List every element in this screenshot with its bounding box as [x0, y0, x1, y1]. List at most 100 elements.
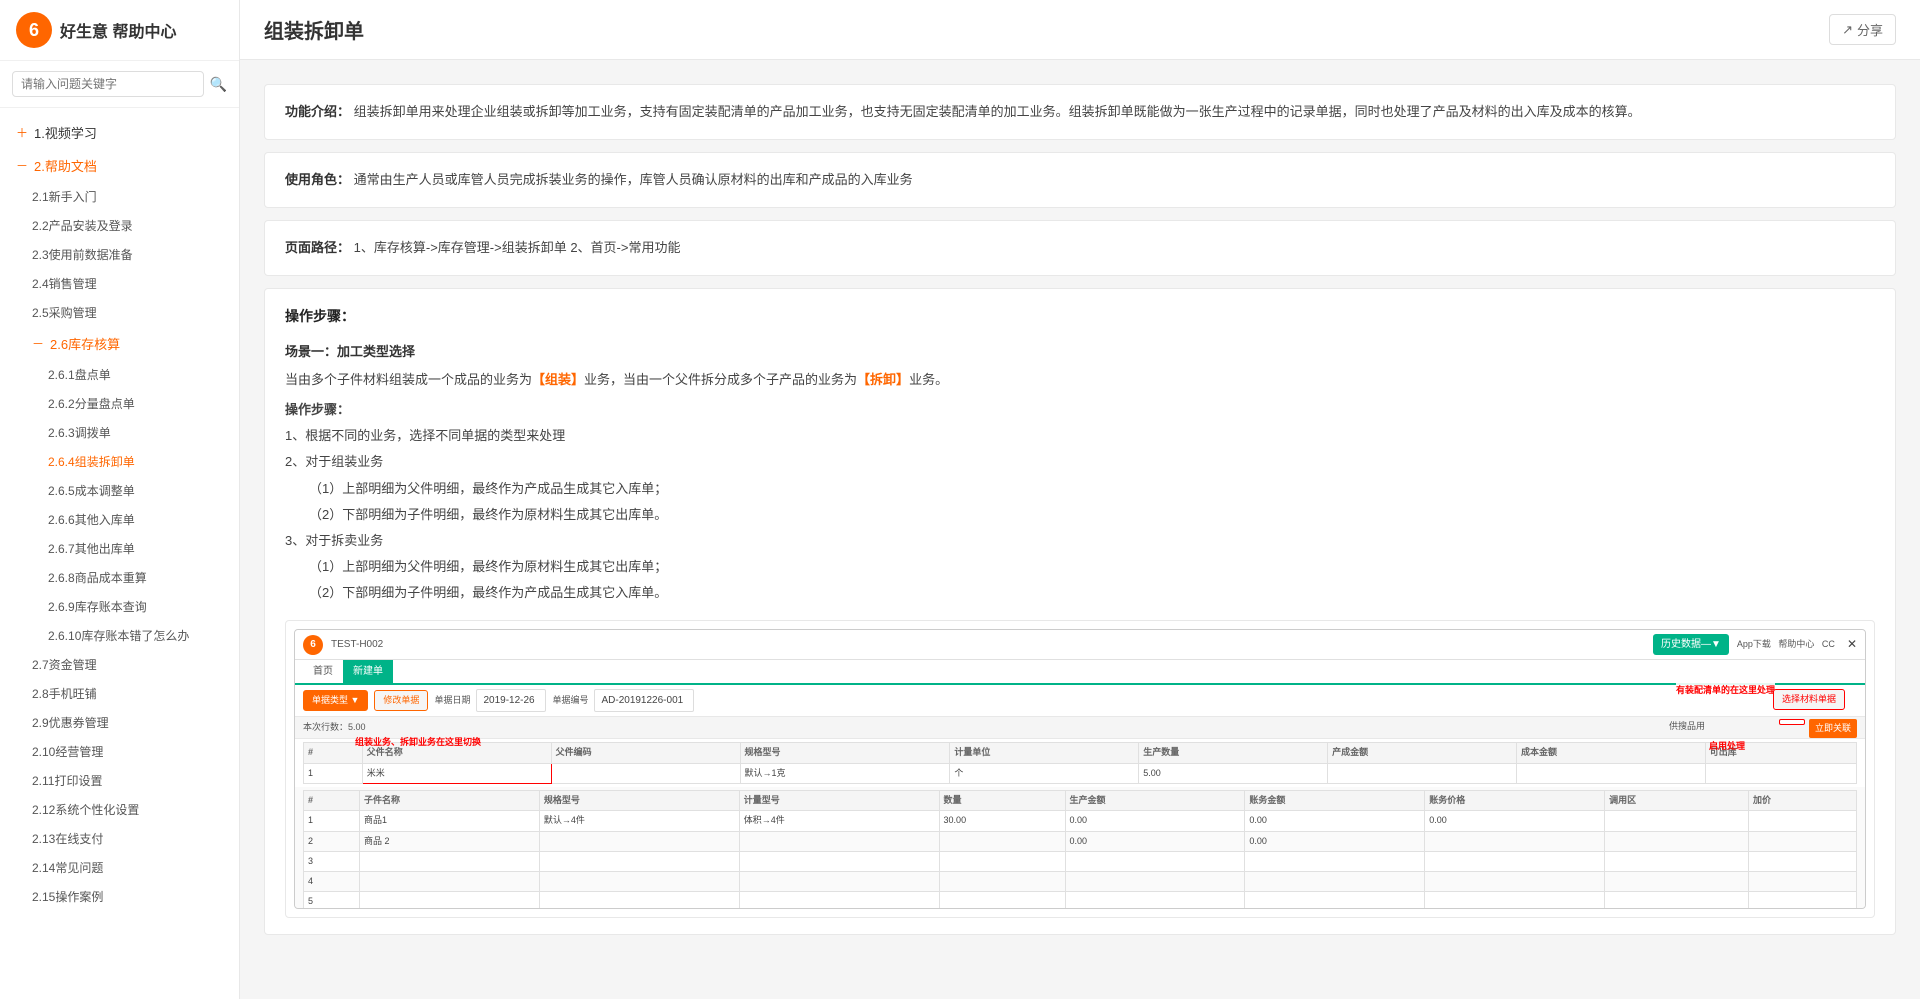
sub-table-row: 2 商品 2 0.00 0.00 — [304, 831, 1857, 851]
sidebar-item-s2-5[interactable]: 2.5采购管理 — [0, 298, 239, 327]
mockup-num-input[interactable]: AD-20191226-001 — [594, 689, 694, 712]
step-1: 1、根据不同的业务，选择不同单据的类型来处理 — [285, 425, 1875, 447]
sidebar-item-s2-6-4[interactable]: 2.6.4组装拆卸单 — [0, 447, 239, 476]
logo-text: 好生意 帮助中心 — [60, 18, 176, 42]
share-button[interactable]: ↗ 分享 — [1829, 14, 1896, 45]
intro-card: 功能介绍： 组装拆卸单用来处理企业组装或拆卸等加工业务，支持有固定装配清单的产品… — [264, 84, 1896, 140]
mockup-select-btn[interactable]: 选择材料单据 — [1773, 689, 1845, 710]
cell-qty: 5.00 — [1139, 763, 1328, 783]
sidebar-item-s2-13[interactable]: 2.13在线支付 — [0, 824, 239, 853]
step-3: 3、对于拆卖业务 — [285, 530, 1875, 552]
mockup-tab-home[interactable]: 首页 — [303, 660, 343, 683]
sidebar-item-s2-15[interactable]: 2.15操作案例 — [0, 882, 239, 911]
step-3-1: （1）上部明细为父件明细，最终作为原材料生成其它出库单； — [309, 556, 1875, 578]
sub-th-price: 账务价格 — [1425, 790, 1605, 810]
sub-th-amount: 账务金额 — [1245, 790, 1425, 810]
sub-table-row: 3 — [304, 851, 1857, 871]
path-text: 1、库存核算->库存管理->组装拆卸单 2、首页->常用功能 — [354, 240, 681, 255]
mockup-go-btn[interactable]: 立即关联 — [1809, 719, 1857, 738]
sidebar-nav: ＋ 1.视频学习 － 2.帮助文档 2.1新手入门 2.2产品安装及登录 2.3… — [0, 108, 239, 999]
sidebar: 6 好生意 帮助中心 🔍 ＋ 1.视频学习 － 2.帮助文档 2.1新手入门 2… — [0, 0, 240, 999]
cell-pamount — [1328, 763, 1517, 783]
minus-icon: － — [16, 157, 28, 174]
sidebar-item-s2-6-5[interactable]: 2.6.5成本调整单 — [0, 476, 239, 505]
sidebar-item-s2-6-6[interactable]: 2.6.6其他入库单 — [0, 505, 239, 534]
mockup-form-toolbar: 单据类型 ▼ 修改单据 单据日期 2019-12-26 单据编号 AD-2019… — [295, 685, 1865, 717]
cell-spec: 默认→1克 — [740, 763, 950, 783]
logo-area: 6 好生意 帮助中心 — [0, 0, 239, 61]
scenario1-title: 场景一：加工类型选择 — [285, 341, 1875, 363]
mockup-tabs: 首页 新建单 — [295, 660, 1865, 685]
sidebar-item-s2-2[interactable]: 2.2产品安装及登录 — [0, 211, 239, 240]
mockup-th-qty: 生产数量 — [1139, 743, 1328, 763]
sidebar-item-s2-9[interactable]: 2.9优惠券管理 — [0, 708, 239, 737]
path-card: 页面路径： 1、库存核算->库存管理->组装拆卸单 2、首页->常用功能 — [264, 220, 1896, 276]
mockup-history-btn[interactable]: 历史数据—▼ — [1653, 634, 1729, 655]
sidebar-item-docs[interactable]: － 2.帮助文档 — [0, 149, 239, 182]
search-input[interactable] — [12, 71, 204, 97]
mockup-save-btn[interactable]: 单据类型 ▼ — [303, 690, 368, 711]
content-area: 功能介绍： 组装拆卸单用来处理企业组装或拆卸等加工业务，支持有固定装配清单的产品… — [240, 60, 1920, 999]
sub-th-zone: 调用区 — [1605, 790, 1749, 810]
sidebar-item-s2-11[interactable]: 2.11打印设置 — [0, 766, 239, 795]
sub-th-name: 子件名称 — [360, 790, 540, 810]
step-2: 2、对于组装业务 — [285, 451, 1875, 473]
annotation-a4: 启用处理 — [1709, 739, 1745, 754]
sidebar-item-s2-14[interactable]: 2.14常见问题 — [0, 853, 239, 882]
mockup-sub-toolbar: 本次行数：5.00 组装业务、拆卸业务在这里切换 供搜品用 立即关联 启用处理 — [295, 717, 1865, 739]
cell-num: 1 — [304, 763, 363, 783]
plus-icon: ＋ — [16, 124, 28, 141]
mockup-logo-icon: 6 — [303, 635, 323, 655]
share-icon: ↗ — [1842, 22, 1853, 38]
sidebar-item-s2-6-1[interactable]: 2.6.1盘点单 — [0, 360, 239, 389]
intro-label: 功能介绍： — [285, 104, 350, 119]
mockup-close-icon[interactable]: ✕ — [1847, 634, 1857, 654]
mockup-rows-label: 本次行数：5.00 — [303, 720, 366, 735]
mockup-th-unit: 计量单位 — [950, 743, 1139, 763]
page-title: 组装拆卸单 — [264, 15, 364, 44]
logo-icon: 6 — [16, 12, 52, 48]
sidebar-item-s2-6-9[interactable]: 2.6.9库存账本查询 — [0, 592, 239, 621]
search-area: 🔍 — [0, 61, 239, 108]
sidebar-item-s2-6-10[interactable]: 2.6.10库存账本错了怎么办 — [0, 621, 239, 650]
mockup-tab-new[interactable]: 新建单 — [343, 660, 393, 683]
mockup-supplier-input[interactable] — [1779, 719, 1805, 725]
mockup-table-area: # 父件名称 父件编码 规格型号 计量单位 生产数量 产成金额 成本金额 可出库 — [295, 739, 1865, 787]
cell-unit: 个 — [950, 763, 1139, 783]
sidebar-item-s2-10[interactable]: 2.10经营管理 — [0, 737, 239, 766]
sidebar-item-s2-6-8[interactable]: 2.6.8商品成本重算 — [0, 563, 239, 592]
sub-th-qty: 数量 — [939, 790, 1065, 810]
mockup-sub-table: # 子件名称 规格型号 计量型号 数量 生产金额 账务金额 账务价格 调用区 — [303, 790, 1857, 909]
mockup-topbar-id: TEST-H002 — [331, 636, 383, 653]
mockup-date-label: 单据日期 — [434, 693, 470, 708]
mockup-th-code: 父件编码 — [551, 743, 740, 763]
mockup-edit-btn[interactable]: 修改单据 — [374, 690, 428, 711]
role-text: 通常由生产人员或库管人员完成拆装业务的操作，库管人员确认原材料的出库和产成品的入… — [354, 172, 913, 187]
sub-th-num: # — [304, 790, 360, 810]
sub-table-row: 4 — [304, 872, 1857, 892]
sidebar-item-s2-4[interactable]: 2.4销售管理 — [0, 269, 239, 298]
sidebar-item-s2-6-7[interactable]: 2.6.7其他出库单 — [0, 534, 239, 563]
sidebar-item-s2-8[interactable]: 2.8手机旺铺 — [0, 679, 239, 708]
mockup-topbar-nav: App下载 帮助中心 CC — [1737, 637, 1835, 652]
screenshot-mockup: 6 TEST-H002 历史数据—▼ App下载 帮助中心 CC ✕ 首页 新建… — [294, 629, 1866, 909]
step-3-2: （2）下部明细为子件明细，最终作为产成品生成其它入库单。 — [309, 582, 1875, 604]
mockup-date-input[interactable]: 2019-12-26 — [476, 689, 546, 712]
sidebar-item-s2-12[interactable]: 2.12系统个性化设置 — [0, 795, 239, 824]
steps-title: 操作步骤： — [285, 399, 1875, 421]
sidebar-item-s2-6-3[interactable]: 2.6.3调拨单 — [0, 418, 239, 447]
sidebar-item-s2-3[interactable]: 2.3使用前数据准备 — [0, 240, 239, 269]
mockup-th-pamount: 产成金额 — [1328, 743, 1517, 763]
main-header: 组装拆卸单 ↗ 分享 — [240, 0, 1920, 60]
search-icon[interactable]: 🔍 — [210, 76, 227, 93]
path-label: 页面路径： — [285, 240, 350, 255]
main-area: 组装拆卸单 ↗ 分享 功能介绍： 组装拆卸单用来处理企业组装或拆卸等加工业务，支… — [240, 0, 1920, 999]
mockup-th-spec: 规格型号 — [740, 743, 950, 763]
mockup-supplier-label: 供搜品用 — [1669, 719, 1705, 734]
table-row: 1 米米 默认→1克 个 5.00 — [304, 763, 1857, 783]
sidebar-item-s2-6[interactable]: － 2.6库存核算 — [0, 327, 239, 360]
sidebar-item-s2-6-2[interactable]: 2.6.2分量盘点单 — [0, 389, 239, 418]
sidebar-item-s2-7[interactable]: 2.7资金管理 — [0, 650, 239, 679]
sidebar-item-video[interactable]: ＋ 1.视频学习 — [0, 116, 239, 149]
sidebar-item-s2-1[interactable]: 2.1新手入门 — [0, 182, 239, 211]
